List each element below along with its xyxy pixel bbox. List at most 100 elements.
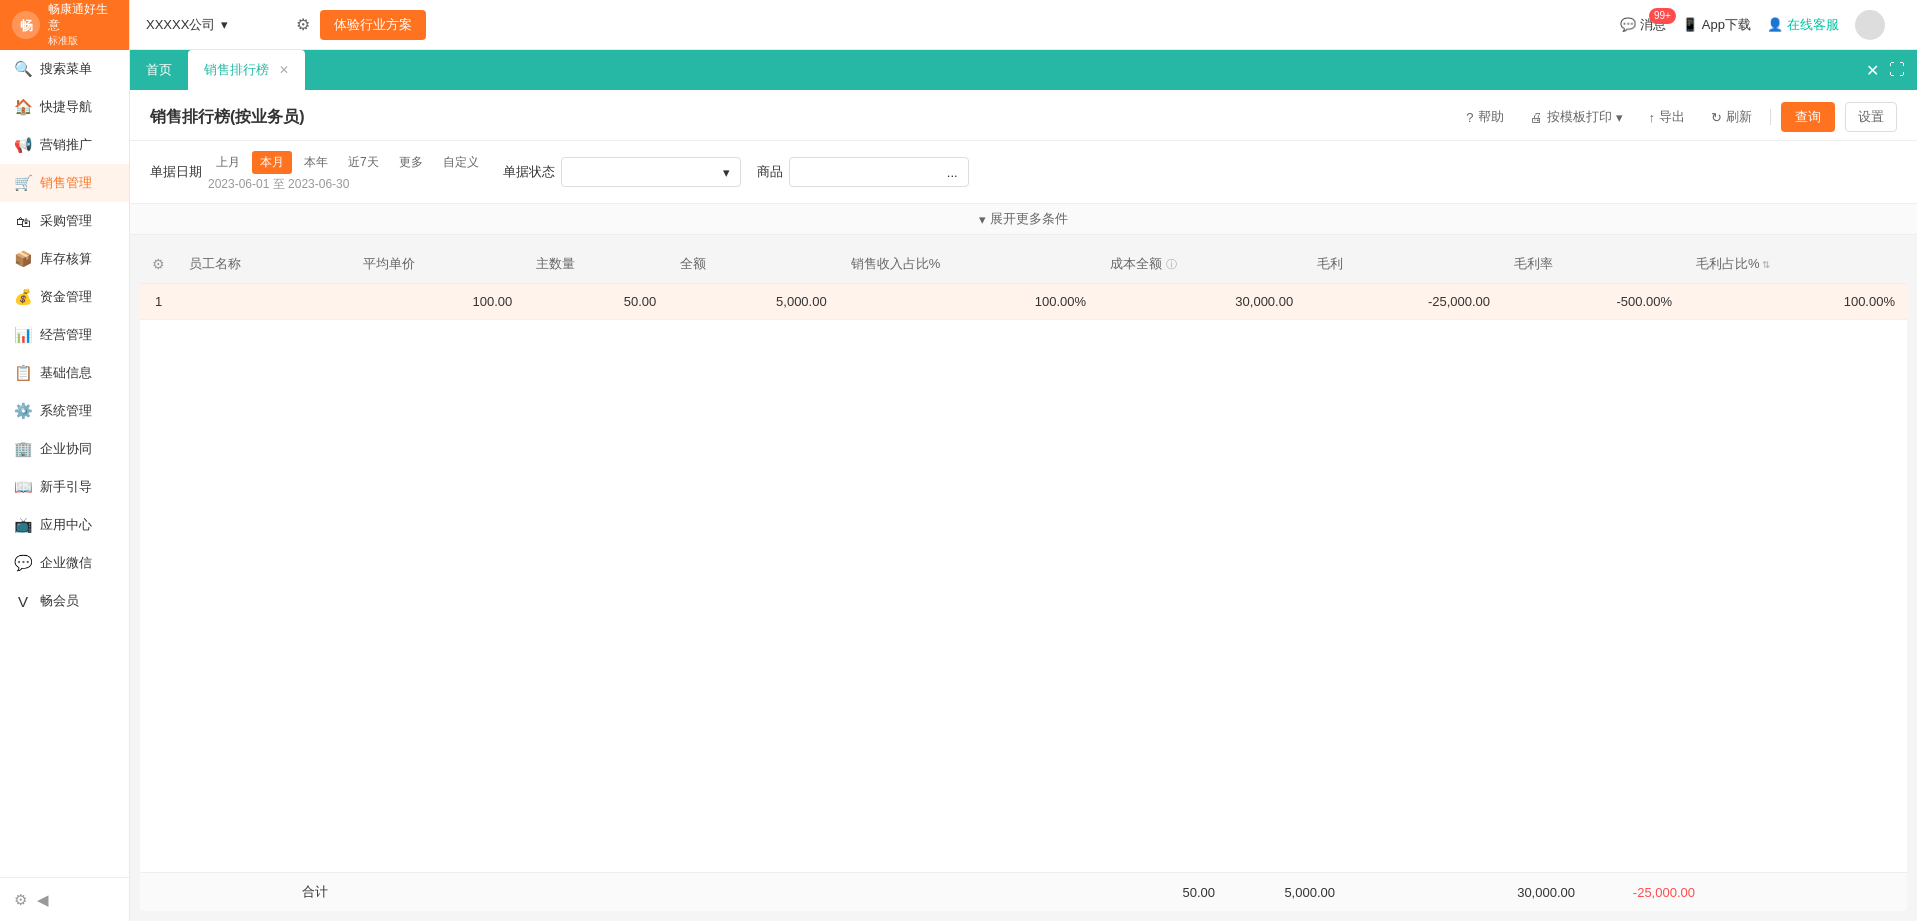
message-button[interactable]: 💬 消息 99+ (1620, 16, 1666, 34)
topbar-settings-icon[interactable]: ⚙ (296, 15, 310, 34)
sidebar-item-7[interactable]: 📊经营管理 (0, 316, 129, 354)
company-selector[interactable]: XXXXX公司 ▾ (146, 16, 286, 34)
tab-close-all-icon[interactable]: ✕ (1866, 61, 1879, 80)
tab-sales-ranking-label: 销售排行榜 (204, 61, 269, 79)
sidebar-label-2: 营销推广 (40, 136, 92, 154)
sidebar-item-3[interactable]: 🛒销售管理 (0, 164, 129, 202)
status-select[interactable]: ▾ (561, 157, 741, 187)
sidebar-label-0: 搜索菜单 (40, 60, 92, 78)
sidebar-item-8[interactable]: 📋基础信息 (0, 354, 129, 392)
settings-footer-icon[interactable]: ⚙ (14, 891, 27, 909)
date-buttons: 上月 本月 本年 近7天 更多 自定义 (208, 151, 487, 174)
page-header: 销售排行榜(按业务员) ? 帮助 🖨 按模板打印 ▾ ↑ 导出 ↻ 刷新 (130, 90, 1917, 141)
sidebar-item-6[interactable]: 💰资金管理 (0, 278, 129, 316)
online-service-button[interactable]: 👤 在线客服 (1767, 16, 1839, 34)
sidebar-item-1[interactable]: 🏠快捷导航 (0, 88, 129, 126)
goods-input-value (800, 162, 943, 182)
goods-input[interactable]: ... (789, 157, 969, 187)
trial-button[interactable]: 体验行业方案 (320, 10, 426, 40)
date-btn-this-month[interactable]: 本月 (252, 151, 292, 174)
sidebar: 畅 畅康通好生意 标准版 🔍搜索菜单🏠快捷导航 📢 营销推广 🛒销售管理 🛍 采购管理 📦库… (0, 0, 130, 921)
date-btn-more[interactable]: 更多 (391, 151, 431, 174)
table-footer: 合计 50.00 5,000.00 30,000.00 -25,000.00 (140, 872, 1907, 911)
col-gross: 毛利 (1305, 245, 1502, 284)
tab-sales-ranking[interactable]: 销售排行榜 ✕ (188, 50, 305, 90)
sidebar-label-10: 企业协同 (40, 440, 92, 458)
tab-home-label: 首页 (146, 61, 172, 79)
col-avg-price: 平均单价 (351, 245, 525, 284)
svg-text:畅: 畅 (20, 18, 33, 33)
help-icon: ? (1466, 110, 1473, 125)
sidebar-item-10[interactable]: 🏢企业协同 (0, 430, 129, 468)
sidebar-item-5[interactable]: 📦库存核算 (0, 240, 129, 278)
sidebar-nav: 🔍搜索菜单🏠快捷导航 📢 营销推广 🛒销售管理 🛍 采购管理 📦库存核算💰资金管理📊经营管理… (0, 50, 129, 877)
col-gear-icon[interactable]: ⚙ (152, 256, 165, 272)
sidebar-label-12: 应用中心 (40, 516, 92, 534)
status-select-value (572, 162, 719, 182)
sidebar-label-4: 采购管理 (40, 212, 92, 230)
sidebar-item-4[interactable]: 🛍 采购管理 (0, 202, 129, 240)
logo-text: 畅康通好生意 (48, 2, 119, 33)
col-cost: 成本全额 ⓘ (1098, 245, 1305, 284)
sidebar-item-9[interactable]: ⚙️系统管理 (0, 392, 129, 430)
sidebar-footer: ⚙ ◀ (0, 877, 129, 921)
cell-cost: 30,000.00 (1098, 284, 1305, 320)
goods-input-icon: ... (947, 165, 958, 180)
tab-close-icon[interactable]: ✕ (279, 63, 289, 77)
col-settings: ⚙ (140, 245, 177, 284)
goods-filter: 商品 ... (757, 157, 969, 187)
footer-cost: 30,000.00 (1475, 885, 1575, 900)
sidebar-logo: 畅 畅康通好生意 标准版 (0, 0, 129, 50)
divider (1770, 109, 1771, 125)
sidebar-label-5: 库存核算 (40, 250, 92, 268)
tab-restore-icon[interactable]: ⛶ (1889, 61, 1905, 79)
sidebar-icon-9: ⚙️ (14, 402, 32, 420)
sidebar-item-13[interactable]: 💬企业微信 (0, 544, 129, 582)
date-btn-this-year[interactable]: 本年 (296, 151, 336, 174)
date-btn-7days[interactable]: 近7天 (340, 151, 387, 174)
sidebar-label-14: 畅会员 (40, 592, 79, 610)
date-filter-label: 单据日期 (150, 163, 202, 181)
logo-icon: 畅 (10, 9, 42, 41)
collapse-icon[interactable]: ◀ (37, 891, 49, 909)
page-actions: ? 帮助 🖨 按模板打印 ▾ ↑ 导出 ↻ 刷新 查询 设置 (1458, 102, 1897, 132)
cell-gross: -25,000.00 (1305, 284, 1502, 320)
col-sales-ratio: 销售收入占比% (839, 245, 1098, 284)
sidebar-item-0[interactable]: 🔍搜索菜单 (0, 50, 129, 88)
refresh-button[interactable]: ↻ 刷新 (1703, 104, 1760, 130)
sidebar-label-13: 企业微信 (40, 554, 92, 572)
table-scroll[interactable]: ⚙ 员工名称 平均单价 主数量 全额 销售收入占比% 成本全额 ⓘ 毛利 毛利率… (140, 245, 1907, 872)
export-button[interactable]: ↑ 导出 (1641, 104, 1694, 130)
cell-amount: 5,000.00 (668, 284, 838, 320)
table-head: ⚙ 员工名称 平均单价 主数量 全额 销售收入占比% 成本全额 ⓘ 毛利 毛利率… (140, 245, 1907, 284)
table-row[interactable]: 1 100.00 50.00 5,000.00 100.00% 30,000.0… (140, 284, 1907, 320)
message-icon: 💬 (1620, 17, 1636, 32)
sidebar-icon-2: 📢 (14, 136, 32, 154)
cell-rank: 1 (140, 284, 177, 320)
app-download-button[interactable]: 📱 App下载 (1682, 16, 1751, 34)
col-gross-ratio: 毛利占比%⇅ (1684, 245, 1907, 284)
expand-icon: ▾ (979, 212, 986, 227)
logo-sub: 标准版 (48, 34, 119, 48)
date-btn-custom[interactable]: 自定义 (435, 151, 487, 174)
sidebar-icon-4: 🛍 (14, 213, 32, 230)
expand-button[interactable]: ▾ 展开更多条件 (979, 210, 1068, 228)
sidebar-item-14[interactable]: V畅会员 (0, 582, 129, 620)
sidebar-icon-1: 🏠 (14, 98, 32, 116)
avatar[interactable] (1855, 10, 1885, 40)
settings-button[interactable]: 设置 (1845, 102, 1897, 132)
sidebar-item-12[interactable]: 📺 应用中心 (0, 506, 129, 544)
tabbar: 首页 销售排行榜 ✕ ✕ ⛶ (130, 50, 1917, 90)
company-name: XXXXX公司 (146, 16, 215, 34)
sidebar-icon-12: 📺 (14, 516, 32, 534)
sidebar-item-11[interactable]: 📖新手引导 (0, 468, 129, 506)
sidebar-item-2[interactable]: 📢 营销推广 (0, 126, 129, 164)
print-button[interactable]: 🖨 按模板打印 ▾ (1522, 104, 1631, 130)
col-gross-rate: 毛利率 (1502, 245, 1684, 284)
tab-home[interactable]: 首页 (130, 50, 188, 90)
help-button[interactable]: ? 帮助 (1458, 104, 1511, 130)
goods-filter-label: 商品 (757, 163, 783, 181)
date-btn-last-month[interactable]: 上月 (208, 151, 248, 174)
print-dropdown-icon: ▾ (1616, 110, 1623, 125)
query-button[interactable]: 查询 (1781, 102, 1835, 132)
